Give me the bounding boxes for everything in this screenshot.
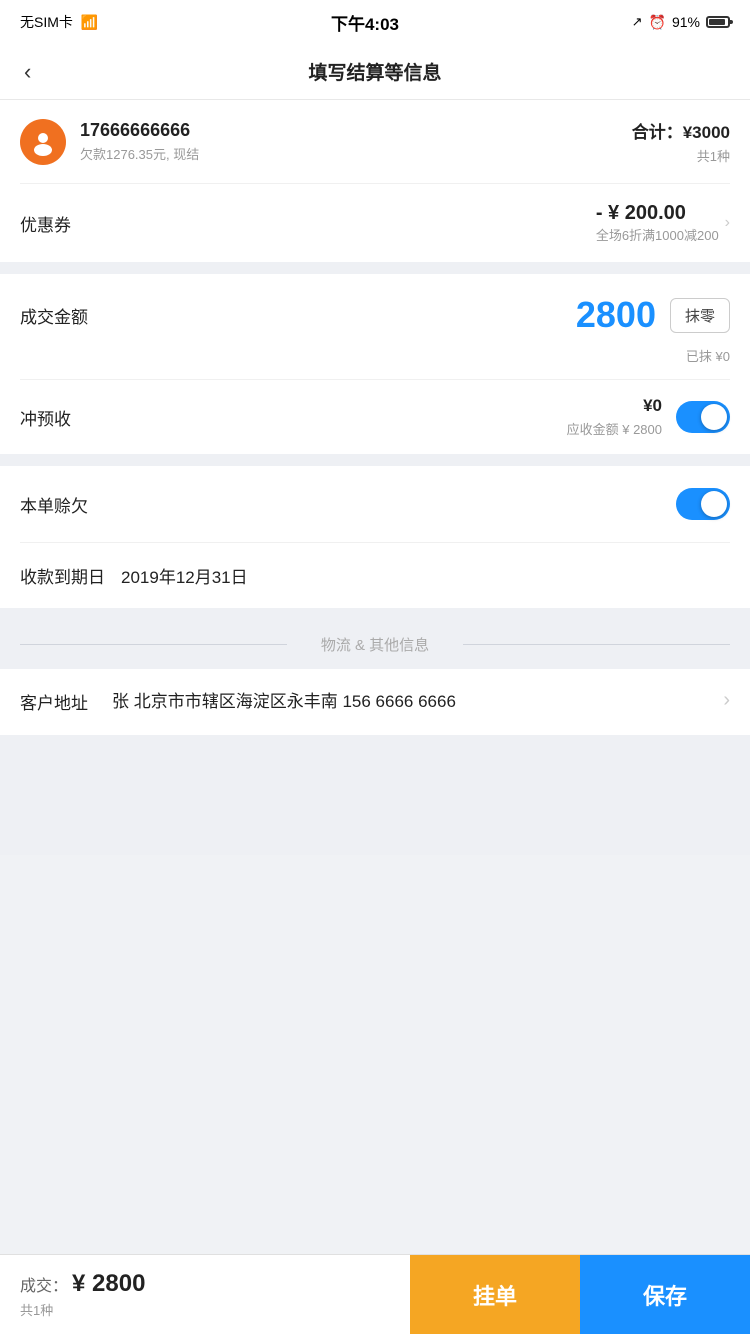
customer-section: 17666666666 欠款1276.35元, 现结 合计：¥3000 共1种 … <box>0 100 750 262</box>
amount-sub: 已抹 ¥0 <box>20 346 730 379</box>
address-section: 客户地址 张 北京市市辖区海淀区永丰南 156 6666 6666 › <box>0 669 750 735</box>
coupon-desc: 全场6折满1000减200 <box>596 225 719 244</box>
battery-percent: 91% <box>672 14 700 30</box>
coupon-row[interactable]: 优惠券 - ¥ 200.00 全场6折满1000减200 › <box>20 183 730 262</box>
address-chevron: › <box>723 689 730 712</box>
address-label: 客户地址 <box>20 689 88 714</box>
bottom-summary: 成交： ¥ 2800 共1种 <box>0 1270 410 1319</box>
amount-section: 成交金额 2800 抹零 已抹 ¥0 冲预收 ¥0 应收金额 ¥ 2800 <box>0 274 750 454</box>
network-label: 无SIM卡 <box>20 12 73 32</box>
amount-label: 成交金额 <box>20 303 88 328</box>
credit-toggle[interactable] <box>676 488 730 520</box>
coupon-right: - ¥ 200.00 全场6折满1000减200 › <box>596 202 730 244</box>
prereceive-main: ¥0 <box>567 396 662 416</box>
bottom-deal-amount: ¥ 2800 <box>72 1270 145 1298</box>
coupon-label: 优惠券 <box>20 211 71 236</box>
status-time: 下午4:03 <box>331 10 399 35</box>
nav-bar: ‹ 填写结算等信息 <box>0 44 750 100</box>
customer-info: 17666666666 欠款1276.35元, 现结 <box>80 120 199 163</box>
duedate-label: 收款到期日 <box>20 563 105 588</box>
back-button[interactable]: ‹ <box>16 51 39 93</box>
total-sub: 共1种 <box>632 146 730 165</box>
amount-value: 2800 <box>576 294 656 336</box>
prereceive-right: ¥0 应收金额 ¥ 2800 <box>567 396 730 438</box>
address-value: 张 北京市市辖区海淀区永丰南 156 6666 6666 <box>112 689 723 715</box>
save-button[interactable]: 保存 <box>580 1255 750 1334</box>
credit-label: 本单赊欠 <box>20 492 88 517</box>
status-left: 无SIM卡 📶 <box>20 12 98 32</box>
amount-row: 成交金额 2800 抹零 <box>20 274 730 346</box>
customer-row: 17666666666 欠款1276.35元, 现结 合计：¥3000 共1种 <box>20 100 730 183</box>
amount-right: 2800 抹零 <box>576 294 730 336</box>
prereceive-amount: ¥0 应收金额 ¥ 2800 <box>567 396 662 438</box>
duedate-row: 收款到期日 2019年12月31日 <box>20 542 730 608</box>
round-zero-button[interactable]: 抹零 <box>670 298 730 333</box>
prereceive-label: 冲预收 <box>20 405 71 430</box>
bottom-deal-sub: 共1种 <box>20 1300 390 1319</box>
duedate-value: 2019年12月31日 <box>121 563 248 588</box>
bottom-deal-label: 成交： <box>20 1272 68 1296</box>
logistics-label: 物流 & 其他信息 <box>321 634 429 655</box>
empty-space <box>0 735 750 855</box>
section-divider-1 <box>0 262 750 274</box>
customer-left: 17666666666 欠款1276.35元, 现结 <box>20 119 199 165</box>
status-bar: 无SIM卡 📶 下午4:03 ↗ ⏰ 91% <box>0 0 750 44</box>
customer-sub: 欠款1276.35元, 现结 <box>80 144 199 163</box>
address-row[interactable]: 客户地址 张 北京市市辖区海淀区永丰南 156 6666 6666 › <box>20 669 730 735</box>
hold-button[interactable]: 挂单 <box>410 1255 580 1334</box>
location-icon: ↗ <box>632 14 643 30</box>
credit-row: 本单赊欠 <box>20 466 730 542</box>
alarm-icon: ⏰ <box>649 14 666 31</box>
avatar <box>20 119 66 165</box>
prereceive-row: 冲预收 ¥0 应收金额 ¥ 2800 <box>20 379 730 454</box>
coupon-discount: - ¥ 200.00 <box>596 202 719 225</box>
logistics-divider: 物流 & 其他信息 <box>0 620 750 669</box>
prereceive-sub: 应收金额 ¥ 2800 <box>567 419 662 438</box>
section-divider-3 <box>0 608 750 620</box>
bottom-bar: 成交： ¥ 2800 共1种 挂单 保存 <box>0 1254 750 1334</box>
prereceive-toggle[interactable] <box>676 401 730 433</box>
total-amount: 合计：¥3000 <box>632 118 730 143</box>
coupon-chevron-icon: › <box>725 214 730 232</box>
credit-section: 本单赊欠 收款到期日 2019年12月31日 <box>0 466 750 608</box>
customer-phone: 17666666666 <box>80 120 199 141</box>
status-right: ↗ ⏰ 91% <box>632 14 730 31</box>
address-chevron-icon: › <box>723 689 730 712</box>
battery-icon <box>706 16 730 28</box>
page-title: 填写结算等信息 <box>308 58 441 85</box>
customer-right: 合计：¥3000 共1种 <box>632 118 730 165</box>
section-divider-2 <box>0 454 750 466</box>
bottom-deal-line: 成交： ¥ 2800 <box>20 1270 390 1298</box>
wifi-icon: 📶 <box>81 14 98 31</box>
